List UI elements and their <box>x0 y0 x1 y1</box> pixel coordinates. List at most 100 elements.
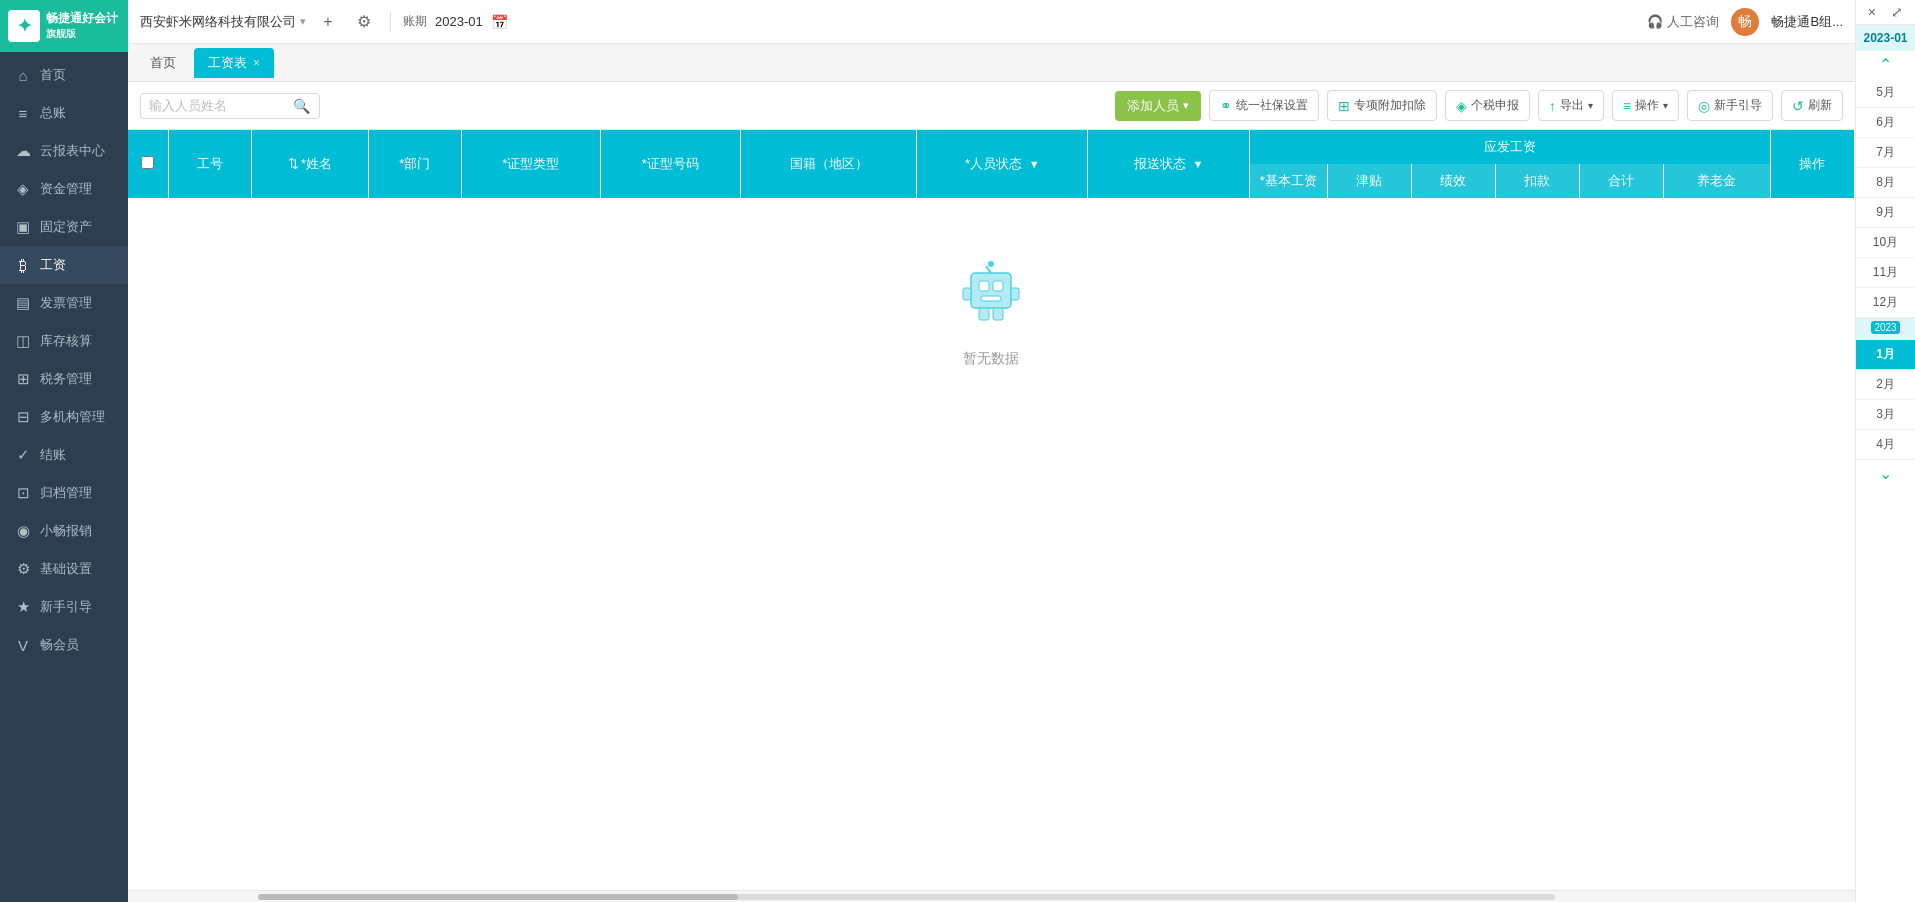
special-deduction-button[interactable]: ⊞ 专项附加扣除 <box>1327 90 1437 121</box>
sidebar-item-ledger[interactable]: ≡ 总账 <box>0 94 128 132</box>
period-month-2[interactable]: 2月 <box>1856 370 1915 400</box>
sidebar-item-report[interactable]: ☁ 云报表中心 <box>0 132 128 170</box>
add-person-label: 添加人员 <box>1127 97 1179 115</box>
sidebar-item-label: 税务管理 <box>40 370 92 388</box>
sidebar-item-assets[interactable]: ▣ 固定资产 <box>0 208 128 246</box>
period-month-8[interactable]: 8月 <box>1856 168 1915 198</box>
period-month-6[interactable]: 6月 <box>1856 108 1915 138</box>
refresh-label: 刷新 <box>1808 97 1832 114</box>
col-id-num: *证型号码 <box>601 130 740 198</box>
period-month-4[interactable]: 4月 <box>1856 430 1915 460</box>
refresh-button[interactable]: ↺ 刷新 <box>1781 90 1843 121</box>
support-button[interactable]: 🎧 人工咨询 <box>1647 13 1719 31</box>
settings-button[interactable]: ⚙ <box>350 8 378 36</box>
period-year-display: 2023-01 <box>1863 31 1907 45</box>
operations-button[interactable]: ≡ 操作 ▾ <box>1612 90 1679 121</box>
sort-icon[interactable]: ⇅ <box>288 156 299 171</box>
app-logo: ✦ 畅捷通好会计 旗舰版 <box>0 0 128 52</box>
social-security-label: 统一社保设置 <box>1236 97 1308 114</box>
sidebar-item-invoice[interactable]: ▤ 发票管理 <box>0 284 128 322</box>
period-scroll-down[interactable]: ⌄ <box>1856 460 1915 487</box>
salary-icon: ₿ <box>14 257 32 274</box>
col-checkbox[interactable] <box>128 130 168 198</box>
add-company-button[interactable]: + <box>314 8 342 36</box>
period-year-badge-wrap: 2023 <box>1856 318 1915 340</box>
sidebar-item-label: 固定资产 <box>40 218 92 236</box>
export-button[interactable]: ↑ 导出 ▾ <box>1538 90 1604 121</box>
tab-salary[interactable]: 工资表 × <box>194 48 274 78</box>
empty-text: 暂无数据 <box>963 350 1019 368</box>
tab-salary-label: 工资表 <box>208 54 247 72</box>
calendar-icon[interactable]: 📅 <box>491 14 508 30</box>
svg-rect-6 <box>979 308 989 320</box>
period-value: 2023-01 <box>435 14 483 29</box>
cloud-icon: ☁ <box>14 142 32 160</box>
col-id: 工号 <box>168 130 252 198</box>
sidebar-item-tax[interactable]: ⊞ 税务管理 <box>0 360 128 398</box>
special-deduction-label: 专项附加扣除 <box>1354 97 1426 114</box>
headset-icon: 🎧 <box>1647 14 1663 29</box>
sidebar-item-home[interactable]: ⌂ 首页 <box>0 56 128 94</box>
bottom-scrollbar[interactable] <box>128 890 1855 902</box>
sidebar-item-label: 发票管理 <box>40 294 92 312</box>
col-performance: 绩效 <box>1411 164 1495 198</box>
tab-home[interactable]: 首页 <box>136 48 190 78</box>
company-selector[interactable]: 西安虾米网络科技有限公司 ▾ <box>140 13 306 31</box>
report-filter-icon[interactable]: ▼ <box>1192 158 1203 170</box>
period-month-10[interactable]: 10月 <box>1856 228 1915 258</box>
period-month-1[interactable]: 1月 <box>1856 340 1915 370</box>
period-month-5[interactable]: 5月 <box>1856 78 1915 108</box>
tab-home-label: 首页 <box>150 54 176 72</box>
period-month-12[interactable]: 12月 <box>1856 288 1915 318</box>
social-security-button[interactable]: ⚭ 统一社保设置 <box>1209 90 1319 121</box>
close-panel-button[interactable]: × <box>1868 4 1876 20</box>
add-person-chevron-icon: ▾ <box>1183 99 1189 112</box>
search-input[interactable] <box>149 98 289 113</box>
guide-label: 新手引导 <box>1714 97 1762 114</box>
sidebar-item-guide[interactable]: ★ 新手引导 <box>0 588 128 626</box>
expand-panel-button[interactable]: ⤢ <box>1891 4 1903 20</box>
svg-rect-0 <box>971 273 1011 308</box>
status-filter-icon[interactable]: ▼ <box>1029 158 1040 170</box>
col-name: ⇅*姓名 <box>252 130 368 198</box>
col-status: *人员状态 ▼ <box>917 130 1088 198</box>
period-month-3[interactable]: 3月 <box>1856 400 1915 430</box>
sidebar-item-salary[interactable]: ₿ 工资 <box>0 246 128 284</box>
tab-close-icon[interactable]: × <box>253 56 260 70</box>
period-month-11[interactable]: 11月 <box>1856 258 1915 288</box>
sidebar-item-inventory[interactable]: ◫ 库存核算 <box>0 322 128 360</box>
sidebar-item-label: 库存核算 <box>40 332 92 350</box>
sidebar-item-closing[interactable]: ✓ 结账 <box>0 436 128 474</box>
col-operations: 操作 <box>1770 130 1854 198</box>
multi-icon: ⊟ <box>14 408 32 426</box>
refresh-icon: ↺ <box>1792 98 1804 114</box>
personal-tax-button[interactable]: ◈ 个税申报 <box>1445 90 1530 121</box>
period-scroll-up[interactable]: ⌃ <box>1856 51 1915 78</box>
export-chevron-icon: ▾ <box>1588 100 1593 111</box>
sidebar: ✦ 畅捷通好会计 旗舰版 ⌂ 首页 ≡ 总账 ☁ 云报表中心 ◈ 资金管理 ▣ … <box>0 0 128 902</box>
sidebar-item-label: 工资 <box>40 256 66 274</box>
add-person-button[interactable]: 添加人员 ▾ <box>1115 91 1201 121</box>
sidebar-item-multi[interactable]: ⊟ 多机构管理 <box>0 398 128 436</box>
sidebar-item-expense[interactable]: ◉ 小畅报销 <box>0 512 128 550</box>
sidebar-item-archive[interactable]: ⊡ 归档管理 <box>0 474 128 512</box>
member-icon: V <box>14 637 32 654</box>
col-pension: 养老金 <box>1663 164 1770 198</box>
tabbar: 首页 工资表 × <box>128 44 1855 82</box>
guide-button[interactable]: ◎ 新手引导 <box>1687 90 1773 121</box>
scrollbar-thumb <box>258 894 738 900</box>
operations-icon: ≡ <box>1623 98 1631 114</box>
special-deduction-icon: ⊞ <box>1338 98 1350 114</box>
col-total: 合计 <box>1579 164 1663 198</box>
sidebar-item-member[interactable]: V 畅会员 <box>0 626 128 664</box>
period-month-9[interactable]: 9月 <box>1856 198 1915 228</box>
personal-tax-label: 个税申报 <box>1471 97 1519 114</box>
select-all-checkbox[interactable] <box>141 156 154 169</box>
sidebar-item-settings[interactable]: ⚙ 基础设置 <box>0 550 128 588</box>
col-salary-group: 应发工资 <box>1249 130 1770 164</box>
sidebar-item-finance[interactable]: ◈ 资金管理 <box>0 170 128 208</box>
period-month-7[interactable]: 7月 <box>1856 138 1915 168</box>
col-base-salary: *基本工资 <box>1249 164 1327 198</box>
operations-chevron-icon: ▾ <box>1663 100 1668 111</box>
period-label: 账期 <box>403 13 427 30</box>
